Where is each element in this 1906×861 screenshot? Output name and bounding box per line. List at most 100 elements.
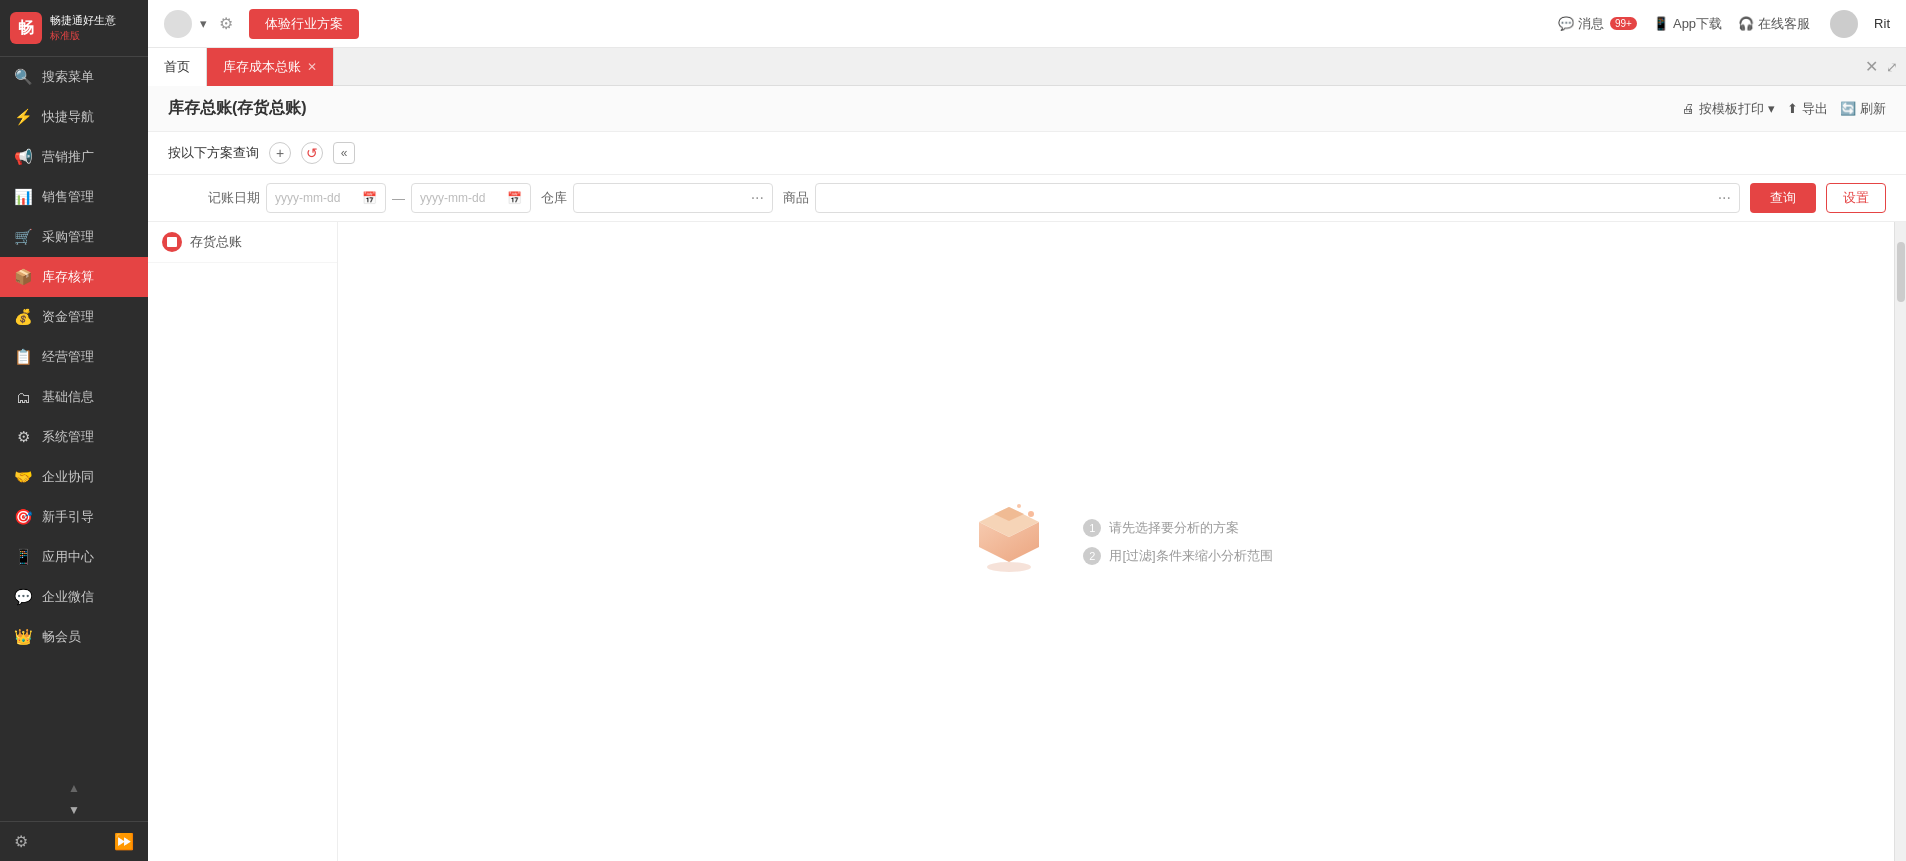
tabbar: 首页 库存成本总账 ✕ ✕ ⤢ xyxy=(148,48,1906,86)
print-icon: 🖨 xyxy=(1682,101,1695,116)
sidebar-item-inventory[interactable]: 📦 库存核算 xyxy=(0,257,148,297)
empty-step-2: 2 用[过滤]条件来缩小分析范围 xyxy=(1083,547,1272,565)
basic-icon: 🗂 xyxy=(14,389,32,406)
sidebar-item-purchase[interactable]: 🛒 采购管理 xyxy=(0,217,148,257)
page-header-actions: 🖨 按模板打印 ▾ ⬆ 导出 🔄 刷新 xyxy=(1682,100,1886,118)
online-support-button[interactable]: 🎧 在线客服 xyxy=(1738,15,1810,33)
left-panel: 存货总账 xyxy=(148,222,338,861)
refresh-button[interactable]: 🔄 刷新 xyxy=(1840,100,1886,118)
panel-expand-icon[interactable]: ⤢ xyxy=(1886,59,1898,75)
system-icon: ⚙ xyxy=(14,428,32,446)
tab-inventory-cost[interactable]: 库存成本总账 ✕ xyxy=(207,48,334,86)
app-download-icon: 📱 xyxy=(1653,16,1669,31)
topbar-dropdown[interactable]: ▾ xyxy=(200,16,207,31)
export-button[interactable]: ⬆ 导出 xyxy=(1787,100,1828,118)
date-separator: — xyxy=(392,191,405,206)
empty-box-svg xyxy=(959,492,1059,592)
sidebar-item-newbie[interactable]: 🎯 新手引导 xyxy=(0,497,148,537)
calendar-start-icon[interactable]: 📅 xyxy=(362,191,377,205)
sidebar-item-sales[interactable]: 📊 销售管理 xyxy=(0,177,148,217)
date-filter-field: 记账日期 yyyy-mm-dd 📅 — yyyy-mm-dd 📅 xyxy=(208,183,531,213)
user-avatar[interactable] xyxy=(1830,10,1858,38)
warehouse-select[interactable]: ··· xyxy=(573,183,773,213)
export-icon: ⬆ xyxy=(1787,101,1798,116)
tab-home[interactable]: 首页 xyxy=(148,48,207,86)
sidebar-scroll-down[interactable]: ▼ xyxy=(68,803,80,817)
right-scrollbar[interactable] xyxy=(1894,222,1906,861)
sidebar-item-wechat[interactable]: 💬 企业微信 xyxy=(0,577,148,617)
product-select[interactable]: ··· xyxy=(815,183,1740,213)
topbar-right: 💬 消息 99+ 📱 App下载 🎧 在线客服 Rit xyxy=(1558,10,1890,38)
data-area: 1 请先选择要分析的方案 2 用[过滤]条件来缩小分析范围 xyxy=(338,222,1894,861)
sidebar-item-appcenter[interactable]: 📱 应用中心 xyxy=(0,537,148,577)
sidebar-item-operations[interactable]: 📋 经营管理 xyxy=(0,337,148,377)
search-icon: 🔍 xyxy=(14,68,32,86)
empty-state: 1 请先选择要分析的方案 2 用[过滤]条件来缩小分析范围 xyxy=(959,492,1272,592)
purchase-icon: 🛒 xyxy=(14,228,32,246)
trial-button[interactable]: 体验行业方案 xyxy=(249,9,359,39)
app-logo-icon: 畅 xyxy=(10,12,42,44)
calendar-end-icon[interactable]: 📅 xyxy=(507,191,522,205)
scroll-thumb[interactable] xyxy=(1897,242,1905,302)
page-content: 库存总账(存货总账) 🖨 按模板打印 ▾ ⬆ 导出 🔄 刷新 按以下方案查询 xyxy=(148,86,1906,861)
sidebar-item-quick-nav[interactable]: ⚡ 快捷导航 xyxy=(0,97,148,137)
date-start-input[interactable]: yyyy-mm-dd 📅 xyxy=(266,183,386,213)
empty-illustration xyxy=(959,492,1059,592)
topbar-left: ▾ ⚙ 体验行业方案 xyxy=(164,9,1558,39)
headset-icon: 🎧 xyxy=(1738,16,1754,31)
topbar: ▾ ⚙ 体验行业方案 💬 消息 99+ 📱 App下载 🎧 在线客服 Rit xyxy=(148,0,1906,48)
warehouse-more-icon[interactable]: ··· xyxy=(751,189,764,207)
print-button[interactable]: 🖨 按模板打印 ▾ xyxy=(1682,100,1775,118)
left-panel-item-inventory-ledger[interactable]: 存货总账 xyxy=(148,222,337,263)
filter-reset-button[interactable]: ↺ xyxy=(301,142,323,164)
content-area: 存货总账 xyxy=(148,222,1906,861)
empty-text: 1 请先选择要分析的方案 2 用[过滤]条件来缩小分析范围 xyxy=(1083,519,1272,565)
sidebar-item-marketing[interactable]: 📢 营销推广 xyxy=(0,137,148,177)
messages-button[interactable]: 💬 消息 99+ xyxy=(1558,15,1637,33)
sidebar-item-search[interactable]: 🔍 搜索菜单 xyxy=(0,57,148,97)
dropdown-chevron-icon: ▾ xyxy=(200,16,207,31)
app-logo-text: 畅捷通好生意 标准版 xyxy=(50,13,116,42)
sidebar-item-finance[interactable]: 💰 资金管理 xyxy=(0,297,148,337)
collapse-footer-icon[interactable]: ⏩ xyxy=(114,832,134,851)
sidebar-scroll-up[interactable]: ▲ xyxy=(68,781,80,795)
date-end-input[interactable]: yyyy-mm-dd 📅 xyxy=(411,183,531,213)
sidebar-item-enterprise[interactable]: 🤝 企业协同 xyxy=(0,457,148,497)
topbar-settings-icon[interactable]: ⚙ xyxy=(219,14,233,33)
svg-point-8 xyxy=(1017,504,1021,508)
sidebar-item-member[interactable]: 👑 畅会员 xyxy=(0,617,148,657)
member-icon: 👑 xyxy=(14,628,32,646)
product-more-icon[interactable]: ··· xyxy=(1718,189,1731,207)
main-area: ▾ ⚙ 体验行业方案 💬 消息 99+ 📱 App下载 🎧 在线客服 Rit xyxy=(148,0,1906,861)
panel-close-icon[interactable]: ✕ xyxy=(1865,57,1878,76)
filter-label: 按以下方案查询 xyxy=(168,144,259,162)
app-download-button[interactable]: 📱 App下载 xyxy=(1653,15,1722,33)
date-filter-label: 记账日期 xyxy=(208,189,260,207)
sidebar: 畅 畅捷通好生意 标准版 🔍 搜索菜单 ⚡ 快捷导航 📢 营销推广 📊 销售管理… xyxy=(0,0,148,861)
sales-icon: 📊 xyxy=(14,188,32,206)
newbie-icon: 🎯 xyxy=(14,508,32,526)
page-title: 库存总账(存货总账) xyxy=(168,98,307,119)
query-button[interactable]: 查询 xyxy=(1750,183,1816,213)
sidebar-logo: 畅 畅捷通好生意 标准版 xyxy=(0,0,148,57)
step-2-num: 2 xyxy=(1083,547,1101,565)
finance-icon: 💰 xyxy=(14,308,32,326)
sidebar-item-basic[interactable]: 🗂 基础信息 xyxy=(0,377,148,417)
ledger-icon xyxy=(162,232,182,252)
step-1-num: 1 xyxy=(1083,519,1101,537)
inventory-icon: 📦 xyxy=(14,268,32,286)
filter-collapse-button[interactable]: « xyxy=(333,142,355,164)
refresh-icon: 🔄 xyxy=(1840,101,1856,116)
topbar-avatar xyxy=(164,10,192,38)
filter-settings-button[interactable]: 设置 xyxy=(1826,183,1886,213)
settings-footer-icon[interactable]: ⚙ xyxy=(14,832,28,851)
operations-icon: 📋 xyxy=(14,348,32,366)
tab-close-icon[interactable]: ✕ xyxy=(307,60,317,74)
sidebar-item-system[interactable]: ⚙ 系统管理 xyxy=(0,417,148,457)
svg-point-7 xyxy=(1028,511,1034,517)
filter-add-button[interactable]: + xyxy=(269,142,291,164)
wechat-icon: 💬 xyxy=(14,588,32,606)
warehouse-filter-label: 仓库 xyxy=(541,189,567,207)
appcenter-icon: 📱 xyxy=(14,548,32,566)
product-filter-field: 商品 ··· xyxy=(783,183,1740,213)
